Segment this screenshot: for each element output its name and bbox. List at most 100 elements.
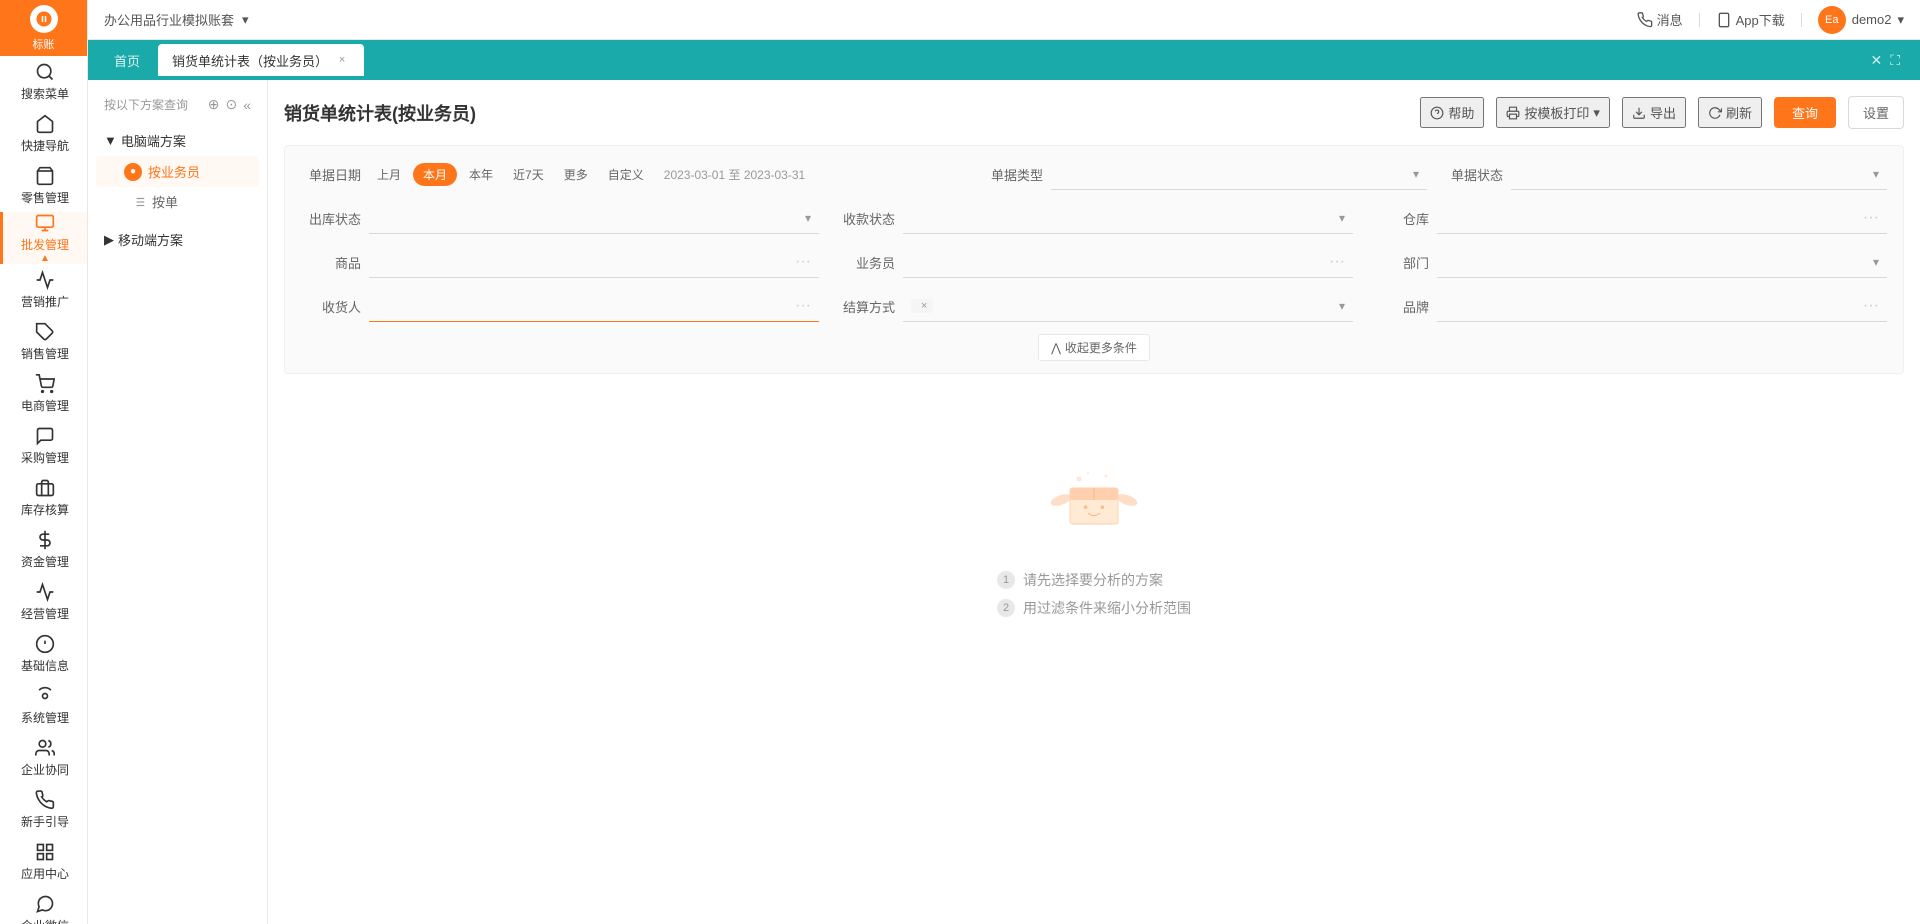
- date-btn-current-month[interactable]: 本月: [413, 163, 457, 186]
- out-status-label: 出库状态: [301, 209, 361, 228]
- scheme-mobile-header[interactable]: ▶ 移动端方案: [96, 224, 259, 255]
- collapse-btn[interactable]: ⋀ 收起更多条件: [1038, 334, 1150, 361]
- export-btn[interactable]: 导出: [1622, 97, 1686, 128]
- doc-status-input[interactable]: ▾: [1511, 158, 1887, 190]
- scheme-desktop-header[interactable]: ▼ 电脑端方案: [96, 125, 259, 156]
- refresh-btn[interactable]: 刷新: [1698, 97, 1762, 128]
- empty-state: 1 请先选择要分析的方案 2 用过滤条件来缩小分析范围: [284, 374, 1904, 678]
- maximize-icon[interactable]: ⛶: [1890, 52, 1900, 69]
- header-divider2: [1801, 13, 1802, 27]
- panel-actions: ⊕ ⊙ «: [208, 96, 251, 113]
- brand-input[interactable]: ···: [1437, 290, 1887, 322]
- user-btn[interactable]: Ea demo2 ▾: [1818, 6, 1904, 34]
- tab-sales-stats[interactable]: 销货单统计表（按业务员） ×: [158, 44, 364, 76]
- app-download-btn[interactable]: App下载: [1716, 10, 1785, 29]
- sidebar-item-sales[interactable]: 销售管理: [0, 316, 88, 368]
- logo-icon: [30, 5, 58, 33]
- doc-type-chevron-icon: ▾: [1413, 167, 1419, 181]
- department-label: 部门: [1369, 253, 1429, 272]
- sidebar-item-retail[interactable]: 零售管理: [0, 160, 88, 212]
- settings-scheme-btn[interactable]: ⊙: [225, 96, 237, 113]
- sidebar-item-wholesale[interactable]: 批发管理 ▲: [0, 212, 88, 264]
- sidebar-item-basic-info[interactable]: 基础信息: [0, 628, 88, 680]
- sidebar-item-newbie[interactable]: 新手引导: [0, 784, 88, 836]
- scheme-item-by-order[interactable]: 按单: [96, 187, 259, 216]
- date-btn-more[interactable]: 更多: [556, 163, 596, 186]
- settlement-input[interactable]: × ▾: [903, 290, 1353, 322]
- header-left: 办公用品行业模拟账套 ▾: [104, 10, 249, 29]
- out-status-input[interactable]: ▾: [369, 202, 819, 234]
- right-panel: 销货单统计表(按业务员) 帮助 按模板打印 ▾ 导出: [268, 80, 1920, 924]
- department-input[interactable]: ▾: [1437, 246, 1887, 278]
- empty-tips: 1 请先选择要分析的方案 2 用过滤条件来缩小分析范围: [997, 570, 1191, 618]
- tab-close-icon[interactable]: ×: [334, 52, 350, 68]
- close-window-icon[interactable]: ✕: [1870, 52, 1882, 69]
- tip-text-1: 请先选择要分析的方案: [1023, 570, 1163, 590]
- sidebar-item-label: 搜索菜单: [21, 85, 69, 102]
- collapse-up-icon: ⋀: [1051, 341, 1061, 355]
- out-status-chevron-icon: ▾: [805, 211, 811, 225]
- tab-bar: 首页 销货单统计表（按业务员） × ✕ ⛶: [88, 40, 1920, 80]
- sidebar-item-marketing[interactable]: 营销推广: [0, 264, 88, 316]
- sidebar-item-label: 库存核算: [21, 501, 69, 518]
- date-btn-prev-month[interactable]: 上月: [369, 163, 409, 186]
- query-btn[interactable]: 查询: [1774, 97, 1836, 128]
- warehouse-dots-icon: ···: [1863, 209, 1879, 227]
- date-btn-custom[interactable]: 自定义: [600, 163, 652, 186]
- scheme-item-by-salesperson[interactable]: ● 按业务员: [96, 156, 259, 187]
- message-btn[interactable]: 消息: [1637, 10, 1683, 29]
- tab-sales-stats-label: 销货单统计表（按业务员）: [172, 51, 328, 70]
- settlement-tag-close[interactable]: ×: [921, 300, 927, 312]
- filter-receipt-status: 收款状态 ▾: [835, 202, 1353, 234]
- filter-consignee: 收货人 ···: [301, 290, 819, 322]
- settings-btn[interactable]: 设置: [1848, 96, 1904, 129]
- sidebar-item-finance[interactable]: 资金管理: [0, 524, 88, 576]
- sidebar-item-quick-nav[interactable]: 快捷导航: [0, 108, 88, 160]
- sidebar-item-enterprise[interactable]: 企业协同: [0, 732, 88, 784]
- sidebar-item-system[interactable]: 系统管理: [0, 680, 88, 732]
- collapse-panel-btn[interactable]: «: [243, 97, 251, 113]
- sidebar-item-inventory[interactable]: 库存核算: [0, 472, 88, 524]
- sidebar-item-enterprise-wechat[interactable]: 企业微信: [0, 888, 88, 924]
- sidebar-item-search[interactable]: 搜索菜单: [0, 56, 88, 108]
- sidebar-item-label: 批发管理: [21, 236, 69, 253]
- sidebar-item-ecommerce[interactable]: 电商管理: [0, 368, 88, 420]
- sidebar-item-label: 新手引导: [21, 813, 69, 830]
- warehouse-input[interactable]: ···: [1437, 202, 1887, 234]
- template-print-btn[interactable]: 按模板打印 ▾: [1496, 97, 1610, 128]
- scheme-item-label: 按业务员: [148, 162, 200, 181]
- tab-home[interactable]: 首页: [100, 44, 154, 76]
- doc-type-input[interactable]: ▾: [1051, 158, 1427, 190]
- salesperson-dots-icon: ···: [1329, 253, 1345, 271]
- doc-status-label: 单据状态: [1443, 165, 1503, 184]
- filter-brand: 品牌 ···: [1369, 290, 1887, 322]
- help-btn[interactable]: 帮助: [1420, 97, 1484, 128]
- add-scheme-btn[interactable]: ⊕: [208, 96, 220, 113]
- collapse-row: ⋀ 收起更多条件: [301, 334, 1887, 361]
- sidebar-item-operations[interactable]: 经营管理: [0, 576, 88, 628]
- top-header: 办公用品行业模拟账套 ▾ 消息 App下载 Ea demo2 ▾: [88, 0, 1920, 40]
- date-label: 单据日期: [301, 165, 361, 184]
- receipt-status-chevron-icon: ▾: [1339, 211, 1345, 225]
- sidebar-item-label: 系统管理: [21, 709, 69, 726]
- salesperson-input[interactable]: ···: [903, 246, 1353, 278]
- product-input[interactable]: ···: [369, 246, 819, 278]
- scheme-desktop: ▼ 电脑端方案 ● 按业务员 按单: [96, 125, 259, 216]
- template-print-arrow: ▾: [1593, 105, 1600, 121]
- receipt-status-input[interactable]: ▾: [903, 202, 1353, 234]
- dropdown-icon[interactable]: ▾: [242, 12, 249, 28]
- sidebar-item-label: 零售管理: [21, 189, 69, 206]
- date-btn-7-days[interactable]: 近7天: [505, 163, 552, 186]
- scheme-desktop-label: 电脑端方案: [121, 131, 186, 150]
- product-dots-icon: ···: [795, 253, 811, 271]
- date-btn-current-year[interactable]: 本年: [461, 163, 501, 186]
- filter-department: 部门 ▾: [1369, 246, 1887, 278]
- sidebar-item-label: 应用中心: [21, 865, 69, 882]
- consignee-input[interactable]: ···: [369, 290, 819, 322]
- app-download-label: App下载: [1736, 10, 1785, 29]
- scheme-mobile-arrow: ▶: [104, 232, 114, 248]
- sidebar-item-purchase[interactable]: 采购管理: [0, 420, 88, 472]
- tip-text-2: 用过滤条件来缩小分析范围: [1023, 598, 1191, 618]
- main-content: 办公用品行业模拟账套 ▾ 消息 App下载 Ea demo2 ▾: [88, 0, 1920, 924]
- sidebar-item-app-center[interactable]: 应用中心: [0, 836, 88, 888]
